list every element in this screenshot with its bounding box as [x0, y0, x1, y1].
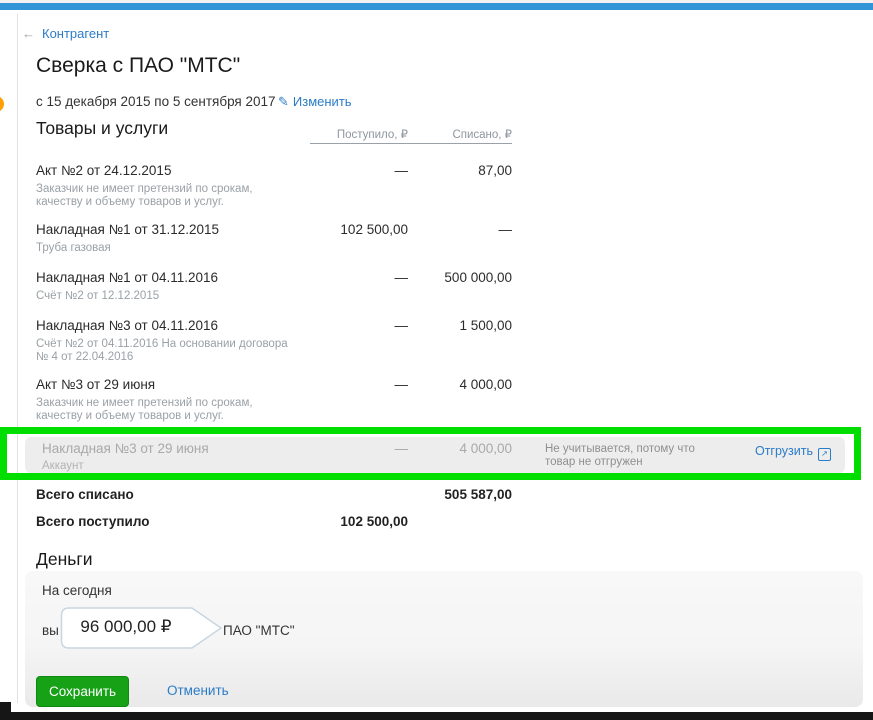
- total-received-label: Всего поступило: [36, 514, 150, 529]
- counterparty-name: ПАО "МТС": [223, 623, 295, 638]
- table-row: Акт №2 от 24.12.2015 Заказчик не имеет п…: [36, 163, 512, 209]
- total-received-row: Всего поступило 102 500,00: [36, 514, 512, 530]
- money-section-title: Деньги: [36, 549, 93, 569]
- row-written-off-value: 4 000,00: [459, 377, 512, 392]
- page-title: Сверка с ПАО "МТС": [36, 54, 241, 77]
- pencil-icon: ✎: [278, 94, 289, 109]
- excluded-note: Не учитывается, потому что товар не отгр…: [545, 443, 695, 468]
- external-link-icon: ↗: [818, 448, 831, 461]
- left-divider: [17, 14, 18, 703]
- row-received-value: 102 500,00: [340, 222, 408, 237]
- row-title: Накладная №3 от 04.11.2016: [36, 318, 219, 333]
- row-main: Накладная №3 от 29 июня Аккаунт: [42, 441, 316, 473]
- row-main: Накладная №1 от 31.12.2015 Труба газовая: [36, 222, 316, 255]
- row-subtext: Счёт №2 от 12.12.2015: [36, 290, 160, 302]
- excluded-table-row: Накладная №3 от 29 июня Аккаунт — 4 000,…: [25, 437, 845, 473]
- column-header-received: Поступило, ₽: [336, 129, 408, 141]
- table-row: Накладная №1 от 04.11.2016 Счёт №2 от 12…: [36, 270, 512, 303]
- total-received-value: 102 500,00: [340, 514, 408, 529]
- row-subtext: Счёт №2 от 04.11.2016 На основании догов…: [36, 338, 288, 363]
- row-main: Накладная №3 от 04.11.2016 Счёт №2 от 04…: [36, 318, 316, 364]
- row-written-off-value: 4 000,00: [459, 441, 512, 456]
- date-range: с 15 декабря 2015 по 5 сентября 2017: [36, 94, 276, 109]
- row-main: Накладная №1 от 04.11.2016 Счёт №2 от 12…: [36, 270, 316, 303]
- row-received-value: —: [394, 318, 409, 333]
- you-label: вы: [42, 623, 59, 638]
- edit-period-link[interactable]: ✎ Изменить: [278, 94, 352, 110]
- row-subtext: Заказчик не имеет претензий по срокам, к…: [36, 397, 253, 422]
- edit-label: Изменить: [292, 94, 352, 109]
- row-written-off-value: 87,00: [478, 163, 512, 178]
- row-title: Акт №3 от 29 июня: [36, 377, 156, 392]
- total-written-off-label: Всего списано: [36, 487, 134, 502]
- ship-goods-link[interactable]: Отгрузить ↗: [754, 444, 831, 461]
- column-header-written-off: Списано, ₽: [452, 129, 512, 141]
- row-received-value: —: [394, 270, 409, 285]
- row-received-value: —: [394, 441, 409, 456]
- money-card: На сегодня вы 96 000,00 ₽ ПАО "МТС" Сохр…: [25, 571, 863, 707]
- back-arrow-icon: ←: [22, 26, 35, 41]
- bottom-edge-bar: [0, 712, 873, 720]
- back-link[interactable]: ← Контрагент: [22, 26, 109, 41]
- row-written-off-value: 500 000,00: [444, 270, 512, 285]
- row-title: Накладная №1 от 31.12.2015: [36, 222, 220, 237]
- save-button[interactable]: Сохранить: [36, 676, 129, 707]
- ship-goods-label: Отгрузить: [754, 444, 813, 458]
- money-card-title: На сегодня: [42, 583, 112, 598]
- amount-input[interactable]: 96 000,00 ₽: [61, 617, 191, 637]
- row-main: Акт №3 от 29 июня Заказчик не имеет прет…: [36, 377, 316, 423]
- row-written-off-value: —: [498, 222, 513, 237]
- row-title: Акт №2 от 24.12.2015: [36, 163, 172, 178]
- row-received-value: —: [394, 377, 409, 392]
- cancel-button[interactable]: Отменить: [167, 683, 229, 698]
- orange-edge-marker: [0, 96, 4, 112]
- row-title: Накладная №1 от 04.11.2016: [36, 270, 219, 285]
- top-accent-bar: [0, 3, 873, 10]
- table-row: Акт №3 от 29 июня Заказчик не имеет прет…: [36, 377, 512, 423]
- row-subtext: Аккаунт: [42, 460, 84, 472]
- row-title: Накладная №3 от 29 июня: [42, 441, 209, 456]
- row-written-off-value: 1 500,00: [459, 318, 512, 333]
- total-written-off-value: 505 587,00: [444, 487, 512, 502]
- goods-section-title: Товары и услуги: [36, 118, 169, 138]
- row-subtext: Труба газовая: [36, 242, 111, 254]
- row-main: Акт №2 от 24.12.2015 Заказчик не имеет п…: [36, 163, 316, 209]
- row-subtext: Заказчик не имеет претензий по срокам, к…: [36, 183, 253, 208]
- table-row: Накладная №3 от 04.11.2016 Счёт №2 от 04…: [36, 318, 512, 364]
- back-label: Контрагент: [42, 26, 110, 41]
- column-header-underline: [310, 143, 512, 144]
- row-received-value: —: [394, 163, 409, 178]
- total-written-off-row: Всего списано 505 587,00: [36, 487, 512, 503]
- table-row: Накладная №1 от 31.12.2015 Труба газовая…: [36, 222, 512, 255]
